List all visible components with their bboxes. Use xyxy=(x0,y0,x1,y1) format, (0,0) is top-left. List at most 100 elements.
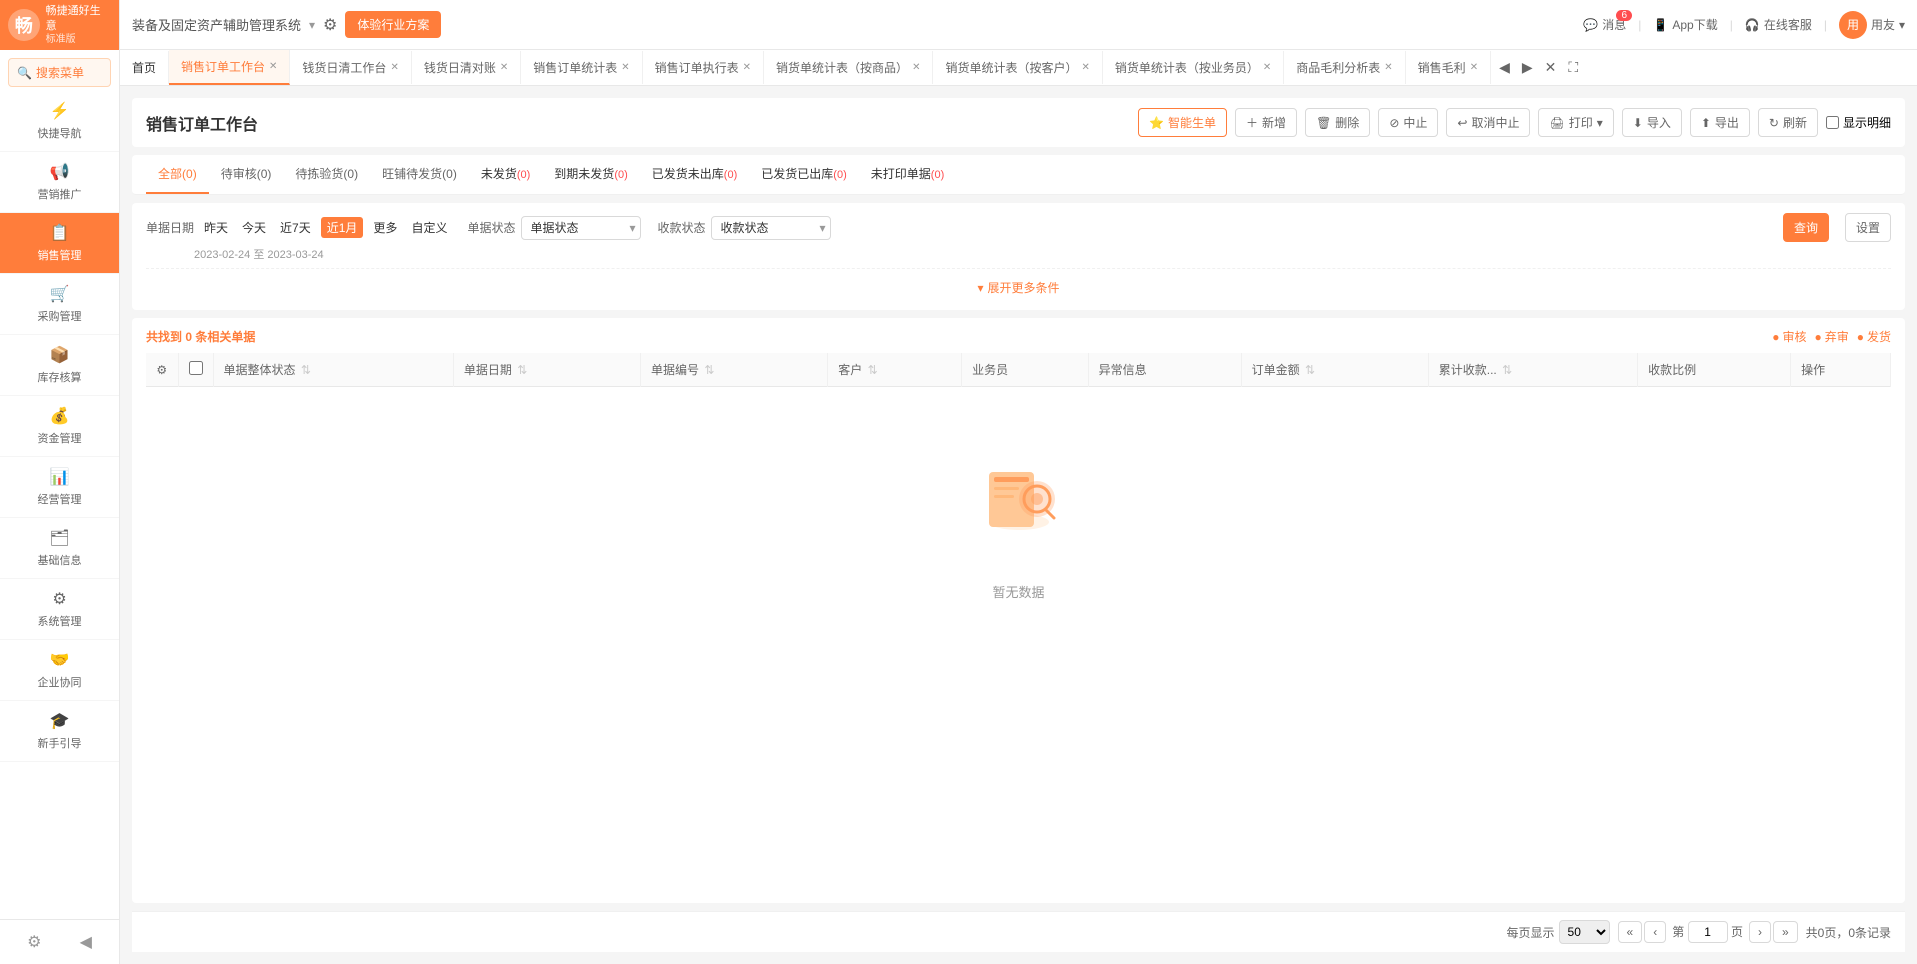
topbar-gear-icon[interactable]: ⚙ xyxy=(323,15,337,35)
tab-close-sales-order[interactable]: ✕ xyxy=(269,61,277,72)
print-button[interactable]: 🖨 打印 ▾ xyxy=(1538,108,1613,137)
tab-sales-more[interactable]: 销售毛利 ✕ xyxy=(1406,51,1491,84)
tab-sales-stat-product[interactable]: 销货单统计表（按商品） ✕ xyxy=(764,51,933,84)
date-custom[interactable]: 自定义 xyxy=(407,217,451,238)
tab-close-product-margin[interactable]: ✕ xyxy=(1384,62,1392,73)
cancel-stop-button[interactable]: ↩ 取消中止 xyxy=(1446,108,1530,137)
stop-button[interactable]: ⊘ 中止 xyxy=(1378,108,1438,137)
pagination: 每页显示 50 10 20 100 « ‹ 第 页 › » 共0页， xyxy=(132,911,1905,952)
sidebar-item-quick-nav[interactable]: ⚡ 快捷导航 xyxy=(0,91,119,152)
delete-button[interactable]: 🗑 删除 xyxy=(1305,108,1370,137)
sidebar-item-system[interactable]: ⚙ 系统管理 xyxy=(0,579,119,640)
sidebar: 畅 畅捷通好生意 标准版 🔍 搜索菜单 ⚡ 快捷导航 📢 营销推广 📋 销售管理… xyxy=(0,0,120,964)
tab-close-sales-exec[interactable]: ✕ xyxy=(743,62,751,73)
search-menu-button[interactable]: 🔍 搜索菜单 xyxy=(8,58,111,87)
tabs-close-btn[interactable]: ✕ xyxy=(1541,55,1561,80)
date-7days[interactable]: 近7天 xyxy=(276,217,315,238)
tab-cash-daily[interactable]: 钱货日清工作台 ✕ xyxy=(290,51,411,84)
tab-close-cash-daily[interactable]: ✕ xyxy=(390,62,398,73)
expand-conditions-btn[interactable]: ▾ 展开更多条件 xyxy=(969,275,1067,300)
page-first-btn[interactable]: « xyxy=(1618,921,1643,943)
sort-customer-icon[interactable]: ⇅ xyxy=(868,363,878,377)
import-button[interactable]: ⬇ 导入 xyxy=(1622,108,1682,137)
tab-cash-reconcile[interactable]: 钱货日清对账 ✕ xyxy=(412,51,521,84)
column-setting-icon[interactable]: ⚙ xyxy=(156,363,167,377)
date-more[interactable]: 更多 xyxy=(369,217,401,238)
sidebar-item-enterprise[interactable]: 🤝 企业协同 xyxy=(0,640,119,701)
tab-close-stat-product[interactable]: ✕ xyxy=(912,62,920,73)
date-yesterday[interactable]: 昨天 xyxy=(200,217,232,238)
industry-btn[interactable]: 体验行业方案 xyxy=(345,11,441,38)
app-download-btn[interactable]: 📱 App下载 xyxy=(1653,16,1717,33)
page-input[interactable] xyxy=(1688,921,1728,943)
filter-tab-overdue[interactable]: 到期未发货(0) xyxy=(542,155,639,194)
tab-close-sales-more[interactable]: ✕ xyxy=(1470,62,1478,73)
title-dropdown-icon[interactable]: ▾ xyxy=(309,18,315,32)
sort-status-icon[interactable]: ⇅ xyxy=(301,363,311,377)
sidebar-item-purchase[interactable]: 🛒 采购管理 xyxy=(0,274,119,335)
collapse-icon[interactable]: ◀ xyxy=(76,928,96,956)
sort-collected-icon[interactable]: ⇅ xyxy=(1502,363,1512,377)
sidebar-item-marketing[interactable]: 📢 营销推广 xyxy=(0,152,119,213)
col-date: 单据日期 ⇅ xyxy=(453,353,640,387)
filter-tab-shipped-out[interactable]: 已发货已出库(0) xyxy=(749,155,858,194)
tab-close-cash-reconcile[interactable]: ✕ xyxy=(500,62,508,73)
cancel-review-dot: ● xyxy=(1814,330,1821,344)
status-select[interactable]: 单据状态 xyxy=(521,216,641,240)
tab-close-stat-staff[interactable]: ✕ xyxy=(1263,62,1271,73)
filter-tab-shipped-not-out[interactable]: 已发货未出库(0) xyxy=(640,155,749,194)
sidebar-item-guide[interactable]: 🎓 新手引导 xyxy=(0,701,119,762)
filter-tab-not-shipped[interactable]: 未发货(0) xyxy=(469,155,542,194)
sidebar-item-sales[interactable]: 📋 销售管理 xyxy=(0,213,119,274)
ship-action-btn[interactable]: ● 发货 xyxy=(1857,328,1891,345)
page-prev-btn[interactable]: ‹ xyxy=(1644,921,1666,943)
page-size-select[interactable]: 50 10 20 100 xyxy=(1559,920,1610,944)
export-button[interactable]: ⬆ 导出 xyxy=(1690,108,1750,137)
filter-tab-pending-inspect[interactable]: 待拣验货(0) xyxy=(283,155,370,194)
filter-tab-all[interactable]: 全部(0) xyxy=(146,155,209,194)
tabs-prev-btn[interactable]: ◀ xyxy=(1495,55,1514,80)
date-today[interactable]: 今天 xyxy=(238,217,270,238)
tabs-fullscreen-btn[interactable]: ⛶ xyxy=(1564,55,1582,80)
sidebar-item-finance[interactable]: 💰 资金管理 xyxy=(0,396,119,457)
smart-create-button[interactable]: ⭐ 智能生单 xyxy=(1138,108,1227,137)
messages-btn[interactable]: 💬 消息 6 xyxy=(1583,16,1626,33)
tab-home[interactable]: 首页 xyxy=(120,51,169,84)
tab-sales-order[interactable]: 销售订单工作台 ✕ xyxy=(169,50,290,85)
tab-close-sales-stats[interactable]: ✕ xyxy=(621,62,629,73)
sidebar-item-inventory[interactable]: 📦 库存核算 xyxy=(0,335,119,396)
user-avatar[interactable]: 用 用友 ▾ xyxy=(1839,11,1905,39)
tab-close-stat-customer[interactable]: ✕ xyxy=(1081,62,1089,73)
sort-amount-icon[interactable]: ⇅ xyxy=(1305,363,1315,377)
tab-product-margin[interactable]: 商品毛利分析表 ✕ xyxy=(1284,51,1405,84)
select-all-checkbox[interactable] xyxy=(189,361,203,375)
sort-date-icon[interactable]: ⇅ xyxy=(517,363,527,377)
add-button[interactable]: ＋ 新增 xyxy=(1235,108,1297,137)
refresh-button[interactable]: ↻ 刷新 xyxy=(1758,108,1818,137)
settings-button[interactable]: 设置 xyxy=(1845,213,1891,242)
tab-sales-stat-staff[interactable]: 销货单统计表（按业务员） ✕ xyxy=(1103,51,1284,84)
page-next-btn[interactable]: › xyxy=(1749,921,1771,943)
filter-tab-wangpu[interactable]: 旺铺待发货(0) xyxy=(370,155,469,194)
sidebar-item-basic-info[interactable]: 🗂 基础信息 xyxy=(0,518,119,579)
settings-bottom-icon[interactable]: ⚙ xyxy=(23,928,45,956)
cancel-review-action-btn[interactable]: ● 弃审 xyxy=(1814,328,1848,345)
tabs-next-btn[interactable]: ▶ xyxy=(1518,55,1537,80)
page-last-btn[interactable]: » xyxy=(1773,921,1798,943)
tab-sales-exec[interactable]: 销售订单执行表 ✕ xyxy=(643,51,764,84)
filter-tab-pending-review[interactable]: 待审核(0) xyxy=(209,155,284,194)
filter-tab-not-printed[interactable]: 未打印单据(0) xyxy=(859,155,956,194)
delete-icon: 🗑 xyxy=(1316,116,1331,130)
payment-select[interactable]: 收款状态 xyxy=(711,216,831,240)
col-amount: 订单金额 ⇅ xyxy=(1241,353,1428,387)
review-action-btn[interactable]: ● 审核 xyxy=(1772,328,1806,345)
tab-sales-stats[interactable]: 销售订单统计表 ✕ xyxy=(521,51,642,84)
sort-number-icon[interactable]: ⇅ xyxy=(704,363,714,377)
show-detail-checkbox[interactable] xyxy=(1826,116,1839,129)
online-service-btn[interactable]: 🎧 在线客服 xyxy=(1745,16,1812,33)
sidebar-item-operations[interactable]: 📊 经营管理 xyxy=(0,457,119,518)
query-button[interactable]: 查询 xyxy=(1783,213,1829,242)
tab-sales-stat-customer[interactable]: 销货单统计表（按客户） ✕ xyxy=(933,51,1102,84)
date-1month[interactable]: 近1月 xyxy=(321,217,364,238)
show-detail-label[interactable]: 显示明细 xyxy=(1826,114,1891,131)
